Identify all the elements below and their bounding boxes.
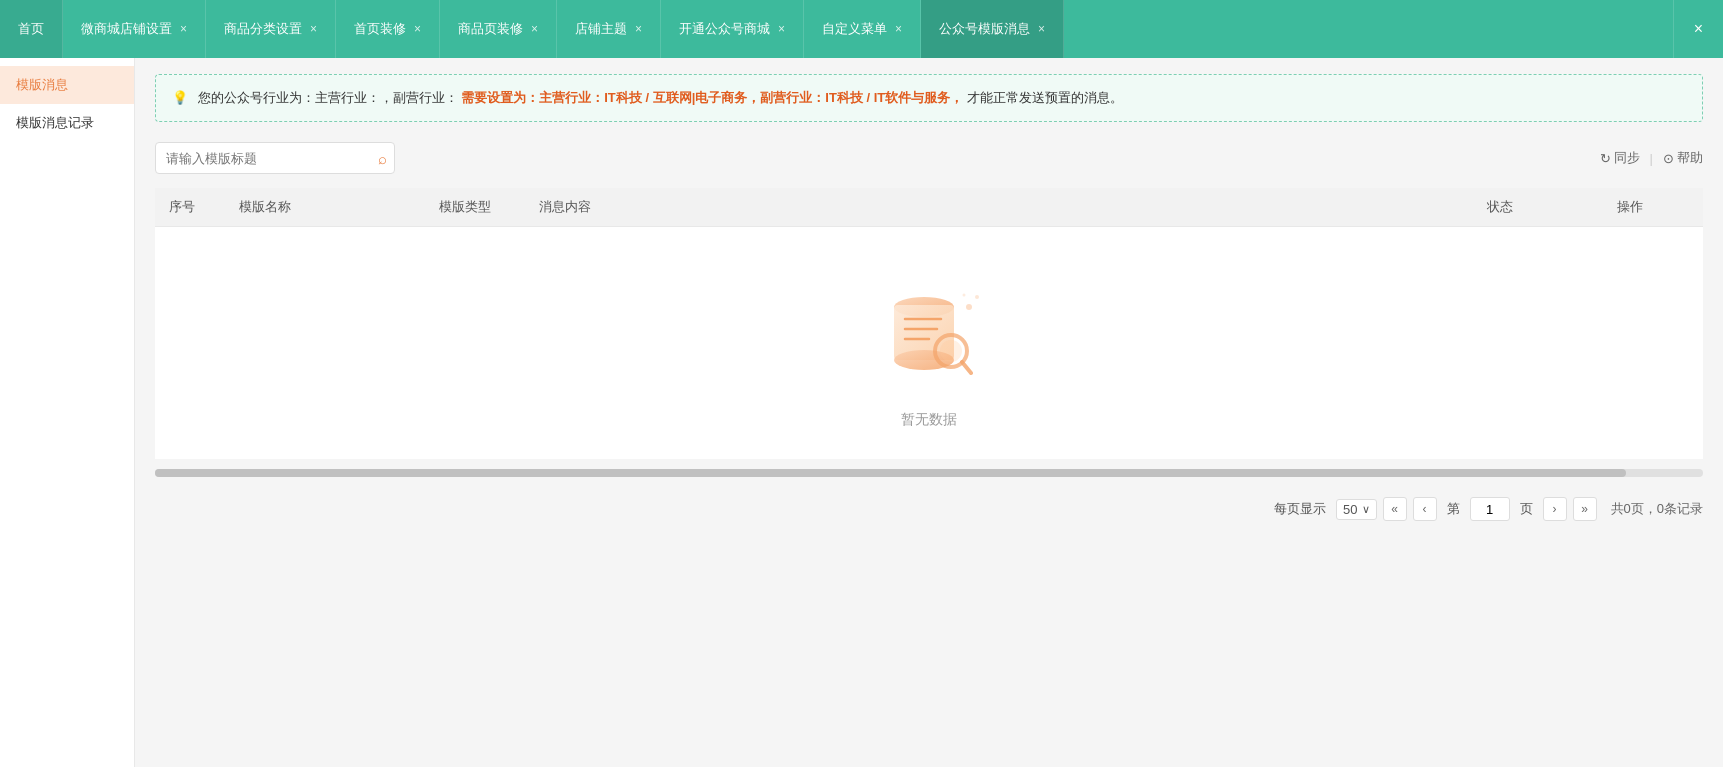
tab-product-decoration[interactable]: 商品页装修 × <box>440 0 557 58</box>
global-close-icon: × <box>1694 20 1703 38</box>
tab-category-settings-close[interactable]: × <box>310 23 317 35</box>
tab-shop-settings-label: 微商城店铺设置 <box>81 20 172 38</box>
table-body: 暂无数据 <box>155 227 1703 460</box>
tab-template-message[interactable]: 公众号模版消息 × <box>921 0 1064 58</box>
first-page-icon: « <box>1391 502 1398 516</box>
tab-open-mall-close[interactable]: × <box>778 23 785 35</box>
tab-shop-theme-label: 店铺主题 <box>575 20 627 38</box>
tab-custom-menu[interactable]: 自定义菜单 × <box>804 0 921 58</box>
main-layout: 模版消息 模版消息记录 💡 您的公众号行业为：主营行业：，副营行业： 需要设置为… <box>0 58 1723 767</box>
sidebar-item-template-message-label: 模版消息 <box>16 77 68 92</box>
col-name: 模版名称 <box>225 188 425 227</box>
tab-product-decoration-close[interactable]: × <box>531 23 538 35</box>
search-left: ⌕ <box>155 142 395 174</box>
tab-home-decoration-label: 首页装修 <box>354 20 406 38</box>
page-prefix: 第 <box>1447 500 1460 518</box>
pagination: 每页显示 50 ∨ « ‹ 第 页 › » 共0页，0条记录 <box>155 487 1703 525</box>
empty-text: 暂无数据 <box>901 411 957 429</box>
svg-point-7 <box>940 340 962 362</box>
tab-product-decoration-label: 商品页装修 <box>458 20 523 38</box>
page-suffix: 页 <box>1520 500 1533 518</box>
content-area: 💡 您的公众号行业为：主营行业：，副营行业： 需要设置为：主营行业：IT科技 /… <box>135 58 1723 767</box>
tab-home-decoration-close[interactable]: × <box>414 23 421 35</box>
prev-page-icon: ‹ <box>1423 502 1427 516</box>
table-head: 序号 模版名称 模版类型 消息内容 状态 操作 <box>155 188 1703 227</box>
divider: | <box>1650 151 1653 166</box>
help-label: 帮助 <box>1677 149 1703 167</box>
info-prefix: 您的公众号行业为：主营行业：，副营行业： <box>198 90 458 105</box>
page-number-input[interactable] <box>1470 497 1510 521</box>
tab-template-message-label: 公众号模版消息 <box>939 20 1030 38</box>
help-icon: ⊙ <box>1663 151 1674 166</box>
search-icon: ⌕ <box>378 150 387 167</box>
search-right: ↻ 同步 | ⊙ 帮助 <box>1600 149 1703 167</box>
bulb-icon: 💡 <box>172 90 188 105</box>
tab-shop-theme[interactable]: 店铺主题 × <box>557 0 661 58</box>
page-size-value: 50 <box>1343 502 1357 517</box>
scrollbar-area[interactable] <box>155 469 1703 477</box>
tab-home-label: 首页 <box>18 20 44 38</box>
empty-row: 暂无数据 <box>155 227 1703 460</box>
svg-point-9 <box>966 304 972 310</box>
scrollbar-thumb[interactable] <box>155 469 1626 477</box>
col-type: 模版类型 <box>425 188 525 227</box>
tab-home[interactable]: 首页 <box>0 0 63 58</box>
tab-category-settings[interactable]: 商品分类设置 × <box>206 0 336 58</box>
top-nav: 首页 微商城店铺设置 × 商品分类设置 × 首页装修 × 商品页装修 × 店铺主… <box>0 0 1723 58</box>
svg-line-8 <box>962 362 971 373</box>
prev-page-button[interactable]: ‹ <box>1413 497 1437 521</box>
col-action: 操作 <box>1603 188 1703 227</box>
global-close-button[interactable]: × <box>1673 0 1723 58</box>
tab-open-mall-label: 开通公众号商城 <box>679 20 770 38</box>
svg-point-10 <box>975 295 979 299</box>
next-page-icon: › <box>1553 502 1557 516</box>
tab-custom-menu-label: 自定义菜单 <box>822 20 887 38</box>
last-page-button[interactable]: » <box>1573 497 1597 521</box>
col-index: 序号 <box>155 188 225 227</box>
first-page-button[interactable]: « <box>1383 497 1407 521</box>
table-header-row: 序号 模版名称 模版类型 消息内容 状态 操作 <box>155 188 1703 227</box>
chevron-down-icon: ∨ <box>1362 503 1370 516</box>
empty-illustration <box>869 277 989 397</box>
info-highlight: 需要设置为：主营行业：IT科技 / 互联网|电子商务，副营行业：IT科技 / I… <box>461 90 963 105</box>
last-page-icon: » <box>1581 502 1588 516</box>
help-button[interactable]: ⊙ 帮助 <box>1663 149 1703 167</box>
per-page-label: 每页显示 <box>1274 500 1326 518</box>
search-button[interactable]: ⌕ <box>378 150 387 167</box>
sync-button[interactable]: ↻ 同步 <box>1600 149 1640 167</box>
tab-shop-settings-close[interactable]: × <box>180 23 187 35</box>
tab-shop-settings[interactable]: 微商城店铺设置 × <box>63 0 206 58</box>
col-content: 消息内容 <box>525 188 1473 227</box>
search-input[interactable] <box>155 142 395 174</box>
search-bar: ⌕ ↻ 同步 | ⊙ 帮助 <box>155 142 1703 174</box>
search-input-wrap: ⌕ <box>155 142 395 174</box>
page-size-select[interactable]: 50 ∨ <box>1336 499 1376 520</box>
tab-custom-menu-close[interactable]: × <box>895 23 902 35</box>
sidebar-item-template-message-record[interactable]: 模版消息记录 <box>0 104 134 142</box>
sidebar-item-template-message[interactable]: 模版消息 <box>0 66 134 104</box>
data-table: 序号 模版名称 模版类型 消息内容 状态 操作 <box>155 188 1703 459</box>
info-suffix: 才能正常发送预置的消息。 <box>967 90 1123 105</box>
sync-label: 同步 <box>1614 149 1640 167</box>
info-box: 💡 您的公众号行业为：主营行业：，副营行业： 需要设置为：主营行业：IT科技 /… <box>155 74 1703 122</box>
tab-open-mall[interactable]: 开通公众号商城 × <box>661 0 804 58</box>
sync-icon: ↻ <box>1600 151 1611 166</box>
tab-category-settings-label: 商品分类设置 <box>224 20 302 38</box>
tab-home-decoration[interactable]: 首页装修 × <box>336 0 440 58</box>
next-page-button[interactable]: › <box>1543 497 1567 521</box>
sidebar: 模版消息 模版消息记录 <box>0 58 135 767</box>
tab-shop-theme-close[interactable]: × <box>635 23 642 35</box>
svg-point-11 <box>963 294 966 297</box>
empty-state: 暂无数据 <box>155 227 1703 459</box>
tab-template-message-close[interactable]: × <box>1038 23 1045 35</box>
col-status: 状态 <box>1473 188 1603 227</box>
total-text: 共0页，0条记录 <box>1611 500 1703 518</box>
sidebar-item-template-message-record-label: 模版消息记录 <box>16 115 94 130</box>
